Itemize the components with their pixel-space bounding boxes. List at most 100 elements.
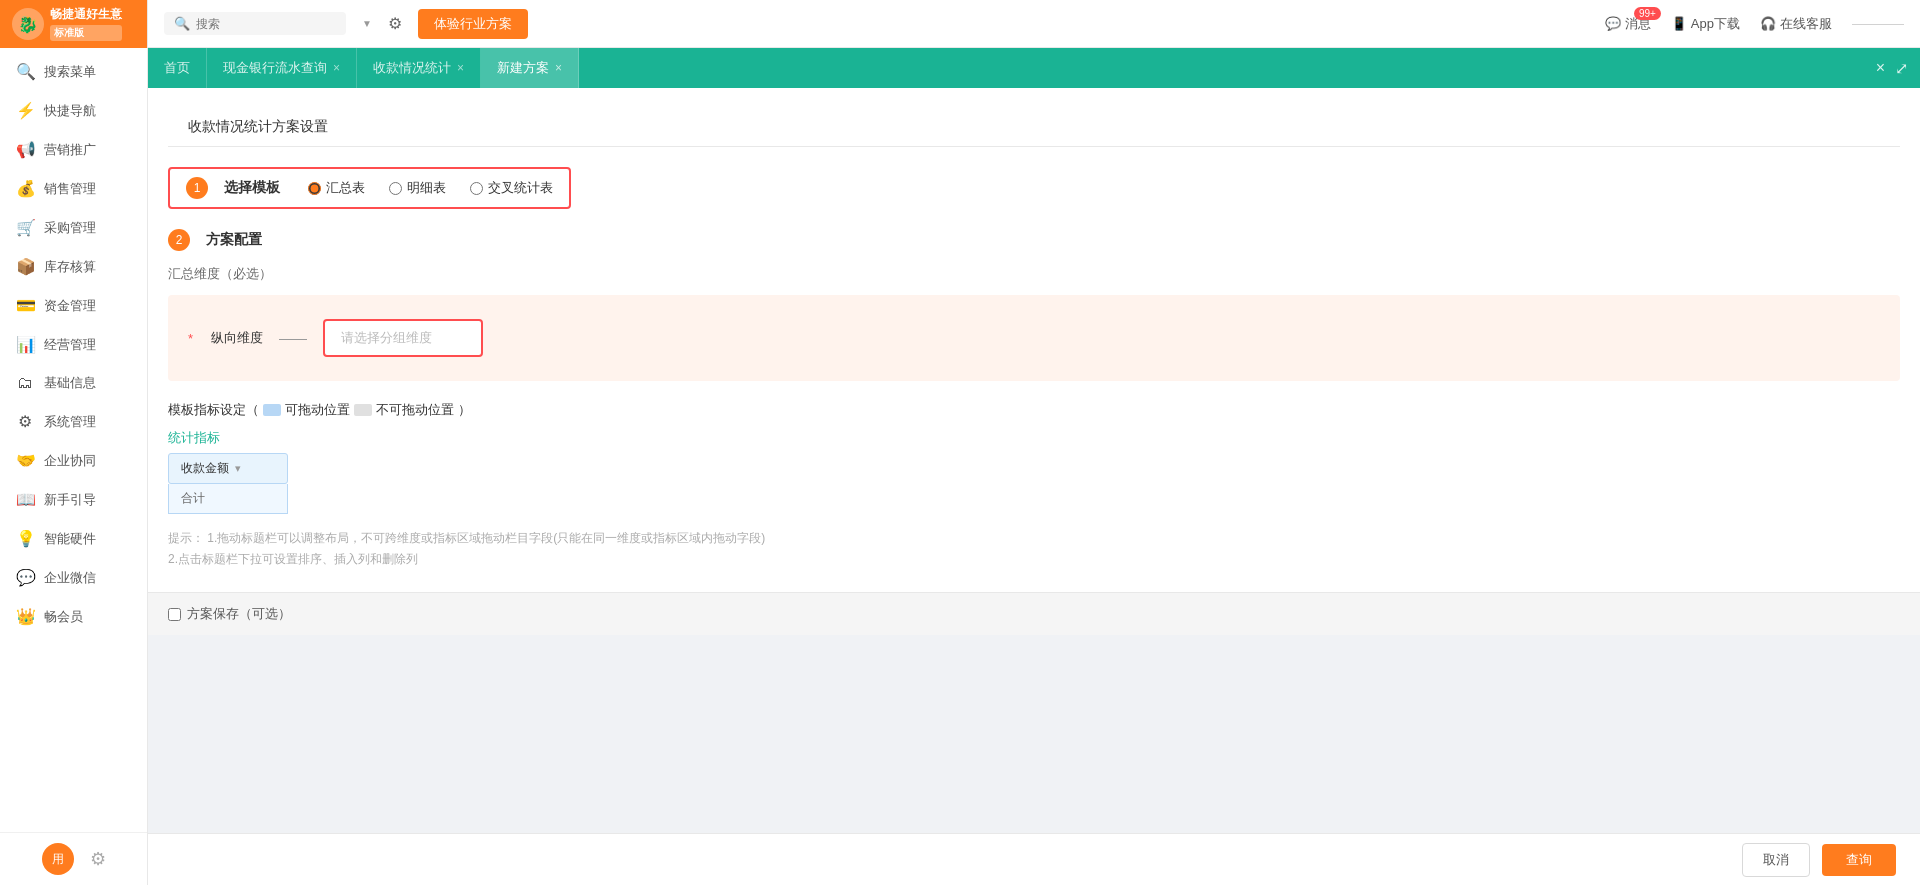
sidebar-item-7[interactable]: 📊经营管理 xyxy=(0,325,147,364)
footer-save-area: 方案保存（可选） xyxy=(148,592,1920,635)
step2-badge: 2 xyxy=(168,229,190,251)
sidebar-icon-6: 💳 xyxy=(16,296,34,315)
tab-actions: × ⤢ xyxy=(1876,59,1920,78)
query-button[interactable]: 查询 xyxy=(1822,844,1896,876)
sidebar-item-10[interactable]: 🤝企业协同 xyxy=(0,441,147,480)
sidebar-item-14[interactable]: 👑 畅会员 xyxy=(0,597,147,636)
tab-close-1[interactable]: × xyxy=(333,61,340,75)
tab-0[interactable]: 首页 xyxy=(148,48,207,88)
tab-label-3: 新建方案 xyxy=(497,59,549,77)
radio-detail-label: 明细表 xyxy=(407,179,446,197)
metric-dropdown-icon[interactable]: ▾ xyxy=(235,462,241,475)
sidebar-icon-12: 💡 xyxy=(16,529,34,548)
fixed-legend-label: 不可拖动位置 xyxy=(376,401,454,419)
sidebar-item-11[interactable]: 📖新手引导 xyxy=(0,480,147,519)
sidebar-label-5: 库存核算 xyxy=(44,258,96,276)
dim-required-mark: * xyxy=(188,331,193,346)
sidebar-label-6: 资金管理 xyxy=(44,297,96,315)
sidebar-item-4[interactable]: 🛒 采购管理 xyxy=(0,208,147,247)
sidebar-icon-13: 💬 xyxy=(16,568,34,587)
sidebar-icon-0: 🔍 xyxy=(16,62,34,81)
content-area: 收款情况统计方案设置 1 选择模板 汇总表 xyxy=(148,88,1920,833)
tab-close-3[interactable]: × xyxy=(555,61,562,75)
radio-cross-label: 交叉统计表 xyxy=(488,179,553,197)
topbar: 🔍 ▼ ⚙ 体验行业方案 💬 消息 99+ 📱 App下载 🎧 在线客服 ———… xyxy=(148,0,1920,48)
step1-label: 选择模板 xyxy=(224,179,280,197)
sidebar-item-2[interactable]: 📢营销推广 xyxy=(0,130,147,169)
sidebar-item-5[interactable]: 📦库存核算 xyxy=(0,247,147,286)
app-logo: 🐉 畅捷通好生意 标准版 xyxy=(0,0,147,48)
sidebar-icon-1: ⚡ xyxy=(16,101,34,120)
sidebar-icon-14: 👑 xyxy=(16,607,34,626)
sidebar-item-6[interactable]: 💳 资金管理 xyxy=(0,286,147,325)
sidebar-item-9[interactable]: ⚙系统管理 xyxy=(0,402,147,441)
settings-icon[interactable]: ⚙ xyxy=(90,848,106,870)
search-dropdown-arrow[interactable]: ▼ xyxy=(362,18,372,29)
sidebar-label-13: 企业微信 xyxy=(44,569,96,587)
user-avatar[interactable]: 用 xyxy=(42,843,74,875)
sidebar-label-8: 基础信息 xyxy=(44,374,96,392)
radio-summary[interactable]: 汇总表 xyxy=(308,179,365,197)
sidebar-label-14: 畅会员 xyxy=(44,608,83,626)
search-icon: 🔍 xyxy=(174,16,190,31)
tabbar: 首页现金银行流水查询×收款情况统计× 新建方案 × × ⤢ xyxy=(148,48,1920,88)
cancel-button[interactable]: 取消 xyxy=(1742,843,1810,877)
sidebar-icon-8: 🗂 xyxy=(16,374,34,392)
gear-icon[interactable]: ⚙ xyxy=(388,14,402,33)
download-btn[interactable]: 📱 App下载 xyxy=(1671,15,1740,33)
sidebar-item-3[interactable]: 💰销售管理 xyxy=(0,169,147,208)
search-input[interactable] xyxy=(196,17,336,31)
headset-icon: 🎧 xyxy=(1760,16,1776,31)
message-btn[interactable]: 💬 消息 99+ xyxy=(1605,15,1651,33)
radio-cross[interactable]: 交叉统计表 xyxy=(470,179,553,197)
try-industry-btn[interactable]: 体验行业方案 xyxy=(418,9,528,39)
step1-section: 1 选择模板 汇总表 明细表 xyxy=(168,167,1900,209)
fixed-legend: 不可拖动位置 xyxy=(354,401,454,419)
tab-close-2[interactable]: × xyxy=(457,61,464,75)
sidebar-icon-4: 🛒 xyxy=(16,218,34,237)
service-btn[interactable]: 🎧 在线客服 xyxy=(1760,15,1832,33)
sidebar-label-7: 经营管理 xyxy=(44,336,96,354)
user-label: ———— xyxy=(1852,16,1904,31)
maximize-icon[interactable]: ⤢ xyxy=(1895,59,1908,78)
sidebar-icon-9: ⚙ xyxy=(16,412,34,431)
metric-tag-amount[interactable]: 收款金额 ▾ xyxy=(168,453,288,484)
close-window-icon[interactable]: × xyxy=(1876,59,1885,77)
step2-section: 2 方案配置 汇总维度（必选） * 纵向维度 —— 请选择分组维度 xyxy=(168,229,1900,568)
sidebar-label-4: 采购管理 xyxy=(44,219,96,237)
page-title: 收款情况统计方案设置 xyxy=(168,108,1900,147)
bottombar: 取消 查询 xyxy=(148,833,1920,885)
sidebar-item-8[interactable]: 🗂 基础信息 xyxy=(0,364,147,402)
movable-legend-box xyxy=(263,404,281,416)
metrics-grid-area: 统计指标 收款金额 ▾ 合计 xyxy=(168,429,1900,514)
tab-3[interactable]: 新建方案 × xyxy=(481,48,579,88)
user-info[interactable]: ———— xyxy=(1852,16,1904,31)
search-box[interactable]: 🔍 xyxy=(164,12,346,35)
sidebar-label-3: 销售管理 xyxy=(44,180,96,198)
sidebar-label-10: 企业协同 xyxy=(44,452,96,470)
app-name: 畅捷通好生意 xyxy=(50,7,122,23)
sidebar: 🐉 畅捷通好生意 标准版 🔍搜索菜单⚡快捷导航📢营销推广💰销售管理 🛒 采购管理 📦库… xyxy=(0,0,148,885)
save-checkbox-label[interactable]: 方案保存（可选） xyxy=(168,605,291,623)
tab-2[interactable]: 收款情况统计× xyxy=(357,48,481,88)
sidebar-icon-2: 📢 xyxy=(16,140,34,159)
sidebar-item-13[interactable]: 💬 企业微信 xyxy=(0,558,147,597)
form-area: 收款情况统计方案设置 1 选择模板 汇总表 xyxy=(148,88,1920,592)
sidebar-item-12[interactable]: 💡智能硬件 xyxy=(0,519,147,558)
movable-legend: 可拖动位置 xyxy=(263,401,350,419)
dim-select-box[interactable]: 请选择分组维度 xyxy=(323,319,483,357)
dim-area: * 纵向维度 —— 请选择分组维度 xyxy=(168,295,1900,381)
sidebar-item-0[interactable]: 🔍搜索菜单 xyxy=(0,52,147,91)
message-icon: 💬 xyxy=(1605,16,1621,31)
step1-badge: 1 xyxy=(186,177,208,199)
tab-1[interactable]: 现金银行流水查询× xyxy=(207,48,357,88)
radio-detail[interactable]: 明细表 xyxy=(389,179,446,197)
save-checkbox[interactable] xyxy=(168,608,181,621)
metrics-header-text: 模板指标设定（ xyxy=(168,401,259,419)
download-label: App下载 xyxy=(1691,15,1740,33)
sidebar-item-1[interactable]: ⚡快捷导航 xyxy=(0,91,147,130)
fixed-legend-box xyxy=(354,404,372,416)
step2-label: 方案配置 xyxy=(206,231,262,249)
movable-legend-label: 可拖动位置 xyxy=(285,401,350,419)
radio-summary-label: 汇总表 xyxy=(326,179,365,197)
